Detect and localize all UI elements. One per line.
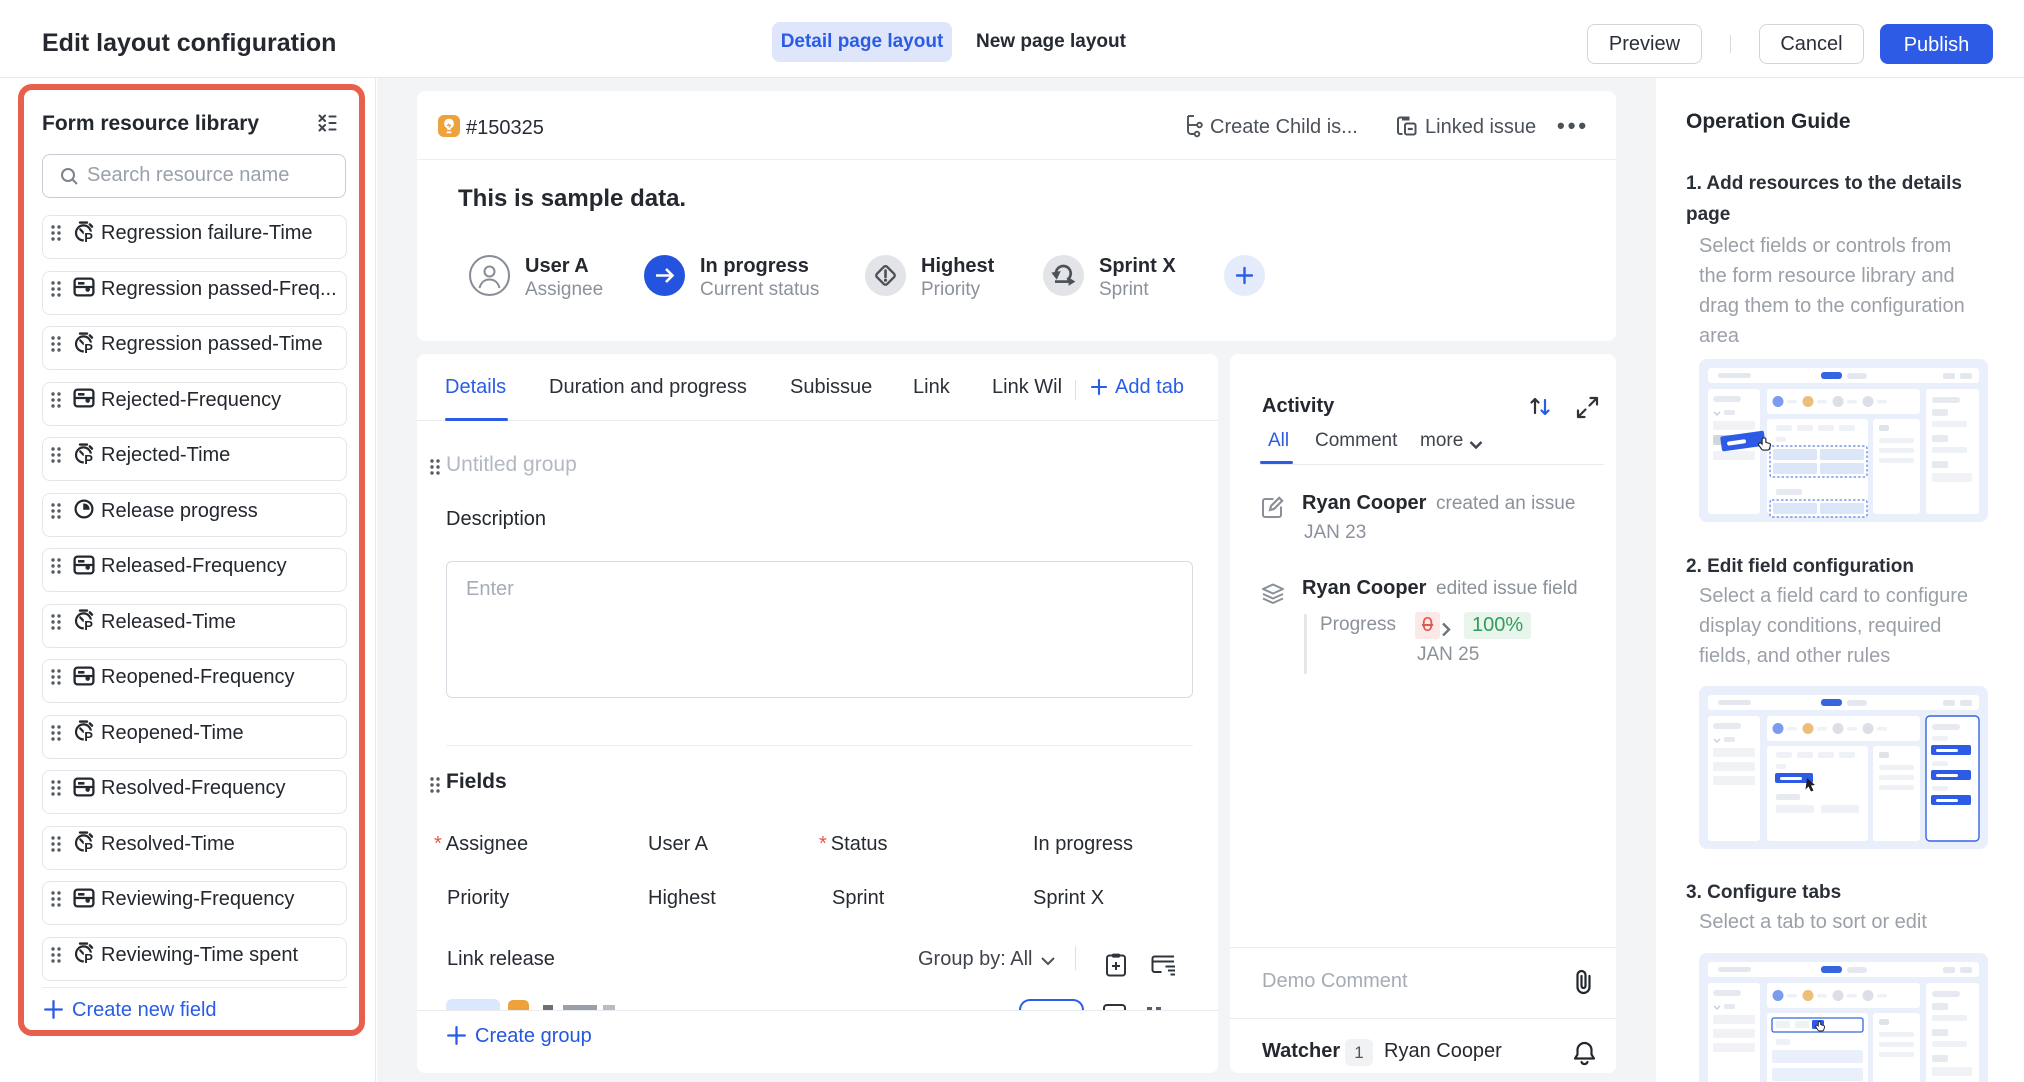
svg-text:P: P: [84, 840, 93, 853]
svg-text:P: P: [84, 951, 93, 964]
svg-text:P: P: [84, 618, 93, 631]
svg-text:P: P: [84, 452, 93, 465]
svg-text:P: P: [84, 341, 93, 354]
svg-text:P: P: [84, 729, 93, 742]
svg-text:P: P: [84, 230, 93, 243]
